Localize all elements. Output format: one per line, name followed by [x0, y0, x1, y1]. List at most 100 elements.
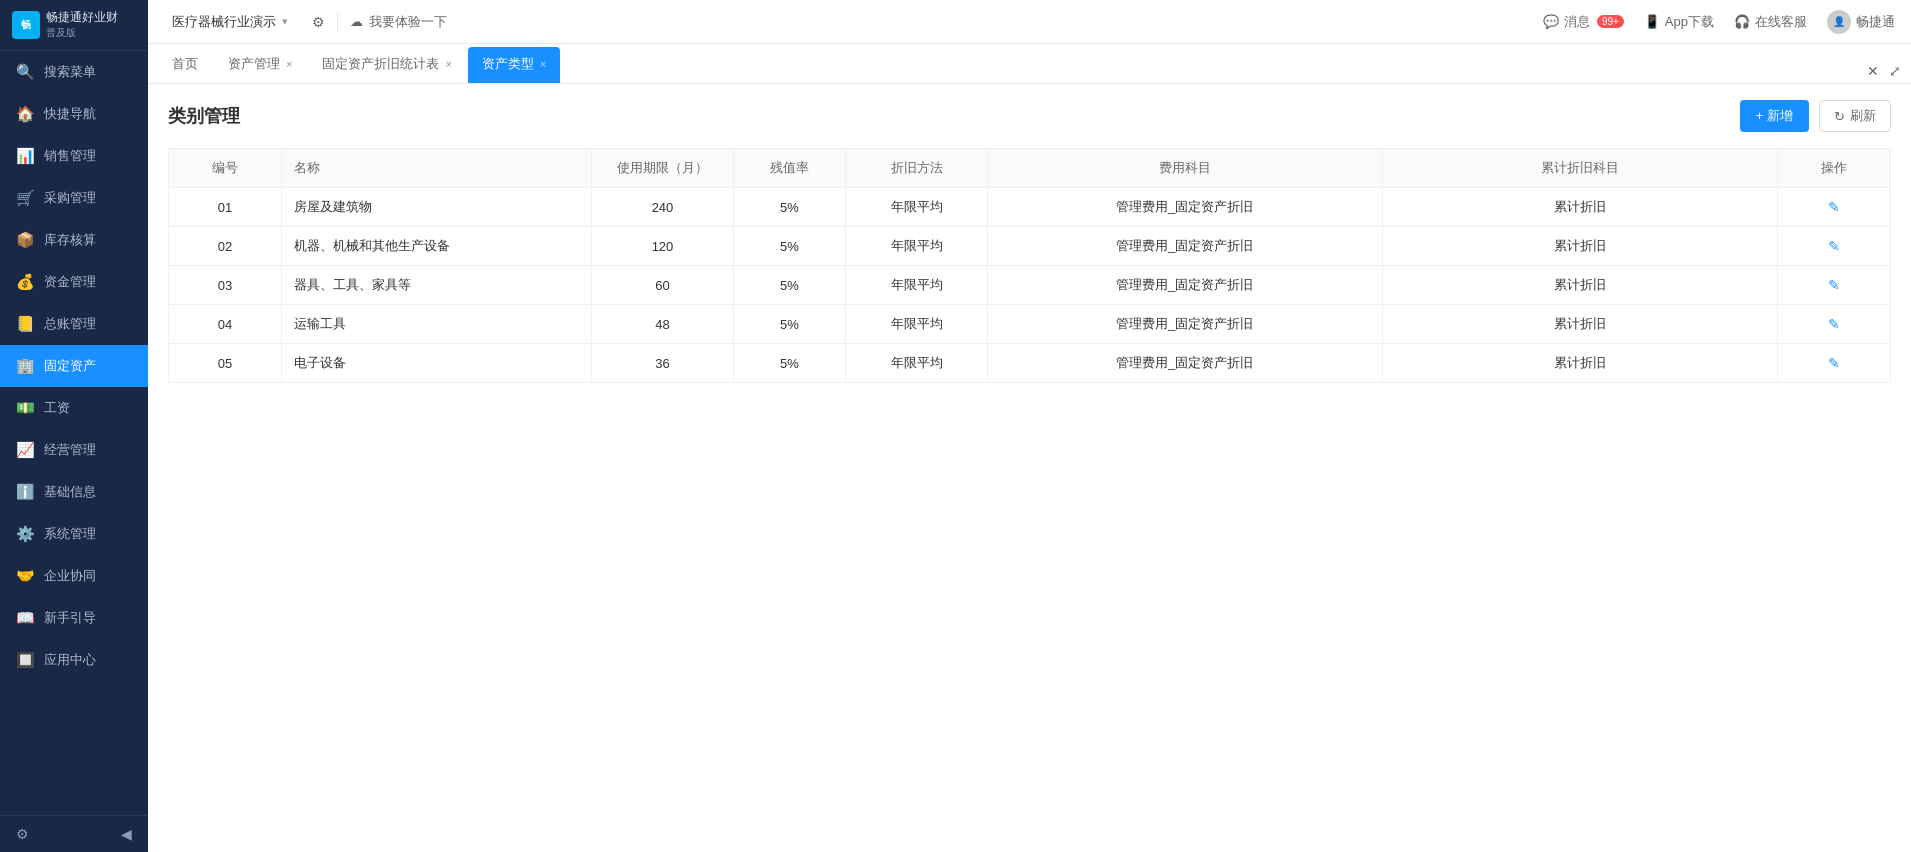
sidebar-item-fixed-assets[interactable]: 🏢 固定资产 — [0, 345, 148, 387]
cell-ops: ✎ — [1778, 305, 1891, 344]
sidebar-logo: 畅 畅捷通好业财 普及版 — [0, 0, 148, 51]
settings-icon[interactable]: ⚙ — [16, 826, 29, 842]
cell-residual: 5% — [733, 266, 846, 305]
sidebar-item-label: 新手引导 — [44, 609, 96, 627]
cell-residual: 5% — [733, 305, 846, 344]
tab-asset-type-close-icon[interactable]: × — [540, 58, 546, 70]
username-label: 畅捷通 — [1856, 13, 1895, 31]
sidebar-item-label: 应用中心 — [44, 651, 96, 669]
category-table: 编号 名称 使用期限（月） 残值率 折旧方法 费用科目 累计折旧科目 操作 01… — [168, 148, 1891, 383]
purchase-icon: 🛒 — [16, 189, 34, 207]
tab-home[interactable]: 首页 — [158, 47, 212, 83]
edit-icon[interactable]: ✎ — [1828, 238, 1840, 254]
cloud-icon: ☁ — [350, 14, 363, 29]
module-selector[interactable]: 医疗器械行业演示 ▾ — [164, 9, 296, 35]
main-area: 医疗器械行业演示 ▾ ⚙ ☁ 我要体验一下 💬 消息 99+ 📱 App下载 🎧… — [148, 0, 1911, 852]
cell-residual: 5% — [733, 344, 846, 383]
topbar-divider — [337, 12, 338, 32]
tab-depreciation-label: 固定资产折旧统计表 — [322, 55, 439, 73]
cell-depreciation: 累计折旧 — [1382, 266, 1777, 305]
sidebar-item-label: 采购管理 — [44, 189, 96, 207]
edit-icon[interactable]: ✎ — [1828, 355, 1840, 371]
sidebar-item-ledger[interactable]: 📒 总账管理 — [0, 303, 148, 345]
close-all-icon[interactable]: ✕ — [1867, 63, 1879, 79]
sidebar-item-system[interactable]: ⚙️ 系统管理 — [0, 513, 148, 555]
sidebar-item-purchase[interactable]: 🛒 采购管理 — [0, 177, 148, 219]
settings-gear-icon[interactable]: ⚙ — [312, 14, 325, 30]
cell-number: 04 — [169, 305, 282, 344]
tab-asset-type-label: 资产类型 — [482, 55, 534, 73]
cell-depreciation: 累计折旧 — [1382, 305, 1777, 344]
tab-home-label: 首页 — [172, 55, 198, 73]
cell-number: 01 — [169, 188, 282, 227]
sidebar-item-label: 销售管理 — [44, 147, 96, 165]
sidebar-item-basic-info[interactable]: ℹ️ 基础信息 — [0, 471, 148, 513]
cell-period: 60 — [592, 266, 733, 305]
refresh-icon: ↻ — [1834, 109, 1845, 124]
fixed-assets-icon: 🏢 — [16, 357, 34, 375]
customer-service-button[interactable]: 🎧 在线客服 — [1734, 13, 1807, 31]
sidebar-item-label: 固定资产 — [44, 357, 96, 375]
sidebar-item-search[interactable]: 🔍 搜索菜单 — [0, 51, 148, 93]
chevron-down-icon: ▾ — [282, 15, 288, 28]
cell-period: 120 — [592, 227, 733, 266]
cell-period: 48 — [592, 305, 733, 344]
table-body: 01 房屋及建筑物 240 5% 年限平均 管理费用_固定资产折旧 累计折旧 ✎… — [169, 188, 1891, 383]
capital-icon: 💰 — [16, 273, 34, 291]
tab-asset-mgmt-label: 资产管理 — [228, 55, 280, 73]
logo-text: 畅捷通好业财 — [46, 10, 118, 26]
tab-depreciation-table[interactable]: 固定资产折旧统计表 × — [308, 47, 465, 83]
new-button[interactable]: + 新增 — [1740, 100, 1809, 132]
tab-asset-mgmt-close-icon[interactable]: × — [286, 58, 292, 70]
cell-period: 240 — [592, 188, 733, 227]
edit-icon[interactable]: ✎ — [1828, 199, 1840, 215]
messages-button[interactable]: 💬 消息 99+ — [1543, 13, 1624, 31]
tab-depreciation-close-icon[interactable]: × — [445, 58, 451, 70]
tab-asset-type[interactable]: 资产类型 × — [468, 47, 560, 83]
refresh-label: 刷新 — [1850, 107, 1876, 125]
cell-ops: ✎ — [1778, 227, 1891, 266]
experience-button[interactable]: ☁ 我要体验一下 — [350, 13, 447, 31]
user-menu[interactable]: 👤 畅捷通 — [1827, 10, 1895, 34]
cell-method: 年限平均 — [846, 266, 987, 305]
cell-method: 年限平均 — [846, 344, 987, 383]
topbar: 医疗器械行业演示 ▾ ⚙ ☁ 我要体验一下 💬 消息 99+ 📱 App下载 🎧… — [148, 0, 1911, 44]
edit-icon[interactable]: ✎ — [1828, 277, 1840, 293]
sidebar-item-label: 企业协同 — [44, 567, 96, 585]
guide-icon: 📖 — [16, 609, 34, 627]
customer-service-label: 在线客服 — [1755, 13, 1807, 31]
sidebar-item-operation[interactable]: 📈 经营管理 — [0, 429, 148, 471]
collapse-sidebar-icon[interactable]: ◀ — [121, 826, 132, 842]
sidebar-item-app-center[interactable]: 🔲 应用中心 — [0, 639, 148, 681]
message-badge: 99+ — [1597, 15, 1624, 28]
col-header-expense: 费用科目 — [987, 149, 1382, 188]
sidebar: 畅 畅捷通好业财 普及版 🔍 搜索菜单 🏠 快捷导航 📊 销售管理 🛒 采购管理… — [0, 0, 148, 852]
cell-expense: 管理费用_固定资产折旧 — [987, 266, 1382, 305]
app-download-button[interactable]: 📱 App下载 — [1644, 13, 1714, 31]
cell-number: 02 — [169, 227, 282, 266]
sidebar-item-label: 总账管理 — [44, 315, 96, 333]
sidebar-item-guide[interactable]: 📖 新手引导 — [0, 597, 148, 639]
page-header: 类别管理 + 新增 ↻ 刷新 — [168, 100, 1891, 132]
sidebar-item-quick-nav[interactable]: 🏠 快捷导航 — [0, 93, 148, 135]
expand-icon[interactable]: ⤢ — [1889, 63, 1901, 79]
sidebar-footer: ⚙ ◀ — [0, 815, 148, 852]
cell-residual: 5% — [733, 188, 846, 227]
sidebar-item-sales[interactable]: 📊 销售管理 — [0, 135, 148, 177]
inventory-icon: 📦 — [16, 231, 34, 249]
sidebar-item-enterprise[interactable]: 🤝 企业协同 — [0, 555, 148, 597]
tab-asset-mgmt[interactable]: 资产管理 × — [214, 47, 306, 83]
sidebar-item-label: 搜索菜单 — [44, 63, 96, 81]
sidebar-item-inventory[interactable]: 📦 库存核算 — [0, 219, 148, 261]
cell-name: 机器、机械和其他生产设备 — [281, 227, 592, 266]
sidebar-item-payroll[interactable]: 💵 工资 — [0, 387, 148, 429]
table-row: 04 运输工具 48 5% 年限平均 管理费用_固定资产折旧 累计折旧 ✎ — [169, 305, 1891, 344]
edit-icon[interactable]: ✎ — [1828, 316, 1840, 332]
operation-icon: 📈 — [16, 441, 34, 459]
cell-expense: 管理费用_固定资产折旧 — [987, 188, 1382, 227]
refresh-button[interactable]: ↻ 刷新 — [1819, 100, 1891, 132]
module-name: 医疗器械行业演示 — [172, 13, 276, 31]
sidebar-item-capital[interactable]: 💰 资金管理 — [0, 261, 148, 303]
col-header-number: 编号 — [169, 149, 282, 188]
sidebar-item-label: 基础信息 — [44, 483, 96, 501]
